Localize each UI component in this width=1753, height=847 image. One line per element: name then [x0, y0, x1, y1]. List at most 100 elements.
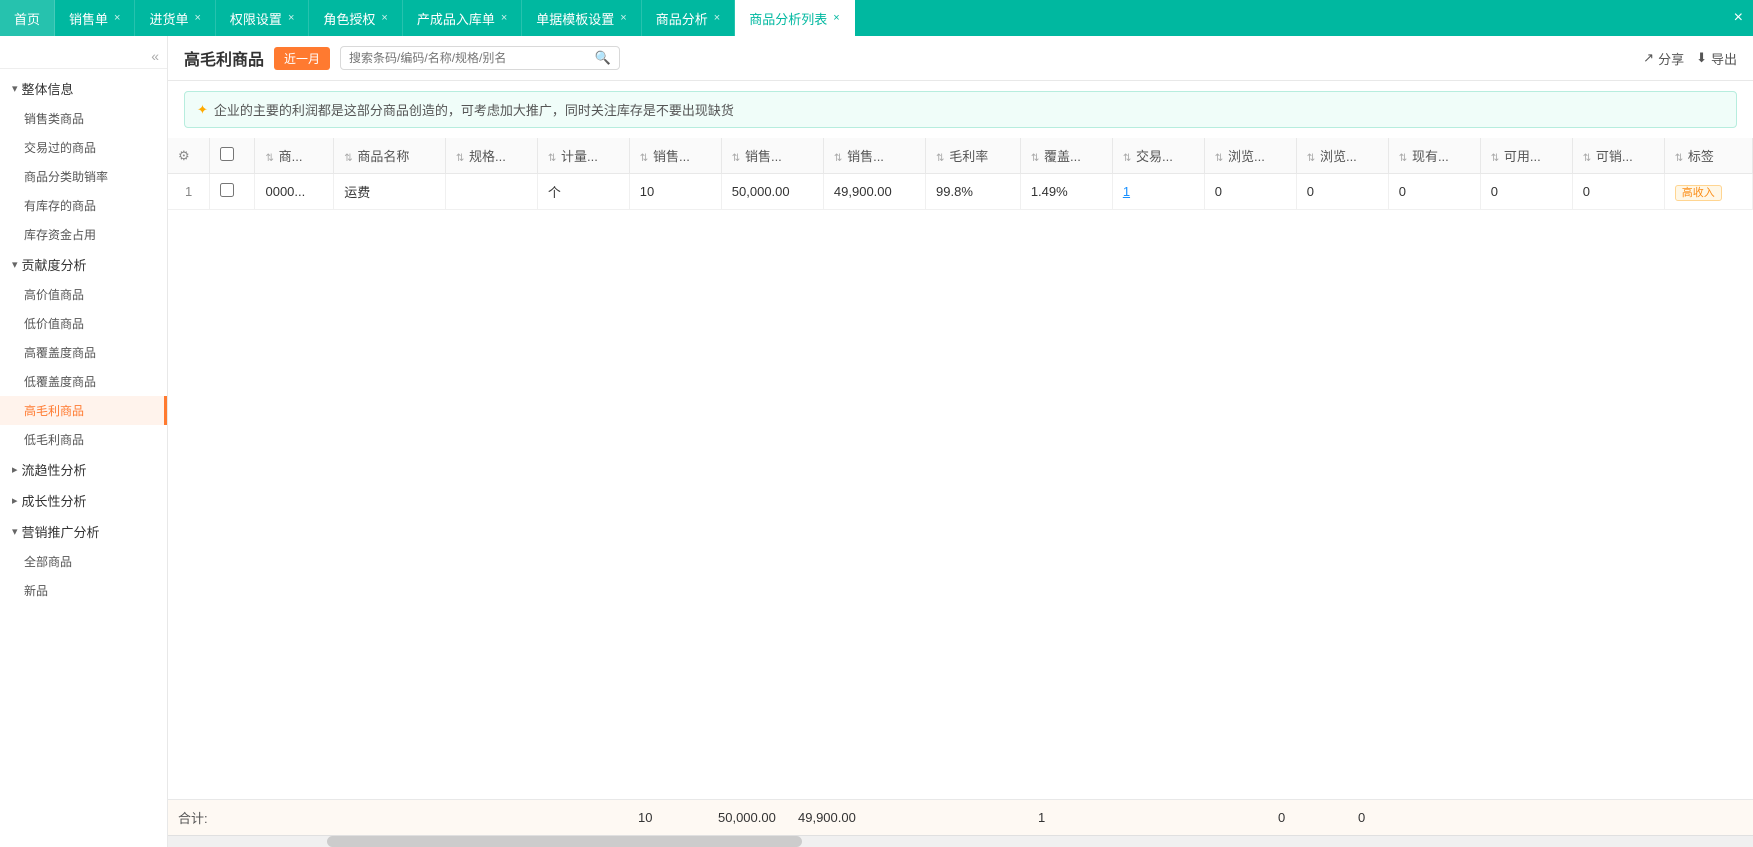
table-cell-0-9: 99.8%	[926, 174, 1021, 210]
share-button[interactable]: ↗ 分享	[1643, 49, 1684, 68]
table-cell-0-0: 1	[168, 174, 210, 210]
sidebar-item-1[interactable]: 交易过的商品	[0, 133, 167, 162]
sidebar-item-2[interactable]: 高覆盖度商品	[0, 338, 167, 367]
close-icon[interactable]: ×	[381, 12, 387, 24]
scrollbar-thumb[interactable]	[327, 836, 803, 847]
column-label-12: 浏览...	[1228, 149, 1265, 164]
table-cell-0-2: 0000...	[255, 174, 334, 210]
footer-cell-11	[1108, 810, 1188, 825]
table-header-col-3[interactable]: ⇅ 商品名称	[334, 138, 446, 174]
column-label-9: 毛利率	[949, 149, 988, 164]
sidebar-collapse-button[interactable]: «	[0, 44, 167, 69]
nav-item-单据模板设置[interactable]: 单据模板设置 ×	[522, 0, 641, 36]
sidebar-item-1[interactable]: 新品	[0, 576, 167, 605]
sidebar-item-0[interactable]: 全部商品	[0, 547, 167, 576]
export-label: 导出	[1711, 49, 1737, 68]
close-icon[interactable]: ×	[833, 12, 839, 24]
sidebar-item-4[interactable]: 高毛利商品	[0, 396, 167, 425]
table-header-col-12[interactable]: ⇅ 浏览...	[1204, 138, 1296, 174]
close-icon[interactable]: ×	[620, 12, 626, 24]
sort-icon: ⇅	[1583, 153, 1594, 164]
footer-cell-9	[948, 810, 1028, 825]
table-header-col-13[interactable]: ⇅ 浏览...	[1296, 138, 1388, 174]
close-icon[interactable]: ×	[714, 12, 720, 24]
table-header-col-10[interactable]: ⇅ 覆盖...	[1020, 138, 1112, 174]
table-header-col-7[interactable]: ⇅ 销售...	[721, 138, 823, 174]
chevron-right-icon: ▸	[12, 494, 18, 507]
table-header-col-14[interactable]: ⇅ 现有...	[1388, 138, 1480, 174]
sidebar-item-5[interactable]: 低毛利商品	[0, 425, 167, 454]
table-header-col-8[interactable]: ⇅ 销售...	[823, 138, 925, 174]
table-cell-0-7: 50,000.00	[721, 174, 823, 210]
sort-icon: ⇅	[640, 153, 651, 164]
sidebar-item-3[interactable]: 有库存的商品	[0, 191, 167, 220]
column-label-2: 商...	[279, 149, 303, 164]
table-cell-0-12: 0	[1204, 174, 1296, 210]
table-header-col-16[interactable]: ⇅ 可销...	[1572, 138, 1664, 174]
table-header-col-9[interactable]: ⇅ 毛利率	[926, 138, 1021, 174]
search-input[interactable]	[349, 51, 595, 65]
sidebar-group-label: 成长性分析	[22, 491, 87, 510]
sort-icon: ⇅	[1031, 153, 1042, 164]
sidebar-group-2[interactable]: ▸ 流趋性分析	[0, 454, 167, 485]
chevron-right-icon: ▸	[12, 463, 18, 476]
table-header-row: ⚙⇅ 商...⇅ 商品名称⇅ 规格...⇅ 计量...⇅ 销售...⇅ 销售..…	[168, 138, 1753, 174]
nav-item-进货单[interactable]: 进货单 ×	[135, 0, 215, 36]
link-value[interactable]: 1	[1123, 184, 1130, 199]
footer-label: 合计:	[178, 808, 218, 827]
table-header-col-5[interactable]: ⇅ 计量...	[537, 138, 629, 174]
sort-icon: ⇅	[1307, 153, 1318, 164]
sidebar-item-1[interactable]: 低价值商品	[0, 309, 167, 338]
column-label-13: 浏览...	[1320, 149, 1357, 164]
sort-icon: ⇅	[1675, 153, 1686, 164]
table-cell-0-16: 0	[1572, 174, 1664, 210]
sidebar-item-2[interactable]: 商品分类助销率	[0, 162, 167, 191]
footer-cell-10: 1	[1028, 810, 1108, 825]
footer-cell-7: 49,900.00	[788, 810, 868, 825]
table-cell-0-11: 1	[1112, 174, 1204, 210]
close-icon[interactable]: ×	[501, 12, 507, 24]
close-icon[interactable]: ×	[114, 12, 120, 24]
nav-item-商品分析列表[interactable]: 商品分析列表 ×	[735, 0, 854, 36]
close-icon[interactable]: ×	[194, 12, 200, 24]
filter-button[interactable]: 近一月	[274, 47, 330, 70]
table-header-col-1[interactable]	[210, 138, 255, 174]
chevron-down-icon: ▾	[12, 82, 18, 95]
footer-cell-6: 50,000.00	[708, 810, 788, 825]
nav-item-首页[interactable]: 首页	[0, 0, 55, 36]
sidebar-group-label: 流趋性分析	[22, 460, 87, 479]
footer-cell-0	[228, 810, 308, 825]
row-checkbox[interactable]	[220, 183, 234, 197]
table-header-col-17[interactable]: ⇅ 标签	[1664, 138, 1752, 174]
nav-item-产成品入库单[interactable]: 产成品入库单 ×	[403, 0, 522, 36]
nav-item-权限设置[interactable]: 权限设置 ×	[216, 0, 309, 36]
sidebar-item-3[interactable]: 低覆盖度商品	[0, 367, 167, 396]
table-header-col-11[interactable]: ⇅ 交易...	[1112, 138, 1204, 174]
table-header-col-4[interactable]: ⇅ 规格...	[445, 138, 537, 174]
nav-item-角色授权[interactable]: 角色授权 ×	[309, 0, 402, 36]
nav-item-商品分析[interactable]: 商品分析 ×	[642, 0, 735, 36]
select-all-checkbox[interactable]	[220, 147, 234, 161]
table-header-col-2[interactable]: ⇅ 商...	[255, 138, 334, 174]
settings-icon[interactable]: ⚙	[178, 148, 190, 163]
sidebar-item-0[interactable]: 高价值商品	[0, 280, 167, 309]
search-icon: 🔍	[595, 50, 611, 66]
table-cell-0-14: 0	[1388, 174, 1480, 210]
sidebar-group-0[interactable]: ▾整体信息	[0, 73, 167, 104]
sidebar-item-0[interactable]: 销售类商品	[0, 104, 167, 133]
sort-icon: ⇅	[834, 153, 845, 164]
sidebar-group-3[interactable]: ▸ 成长性分析	[0, 485, 167, 516]
table-header-col-6[interactable]: ⇅ 销售...	[629, 138, 721, 174]
table-header-col-0[interactable]: ⚙	[168, 138, 210, 174]
nav-item-销售单[interactable]: 销售单 ×	[55, 0, 135, 36]
sidebar-group-4[interactable]: ▾营销推广分析	[0, 516, 167, 547]
sort-icon: ⇅	[1215, 153, 1226, 164]
sort-icon: ⇅	[548, 153, 559, 164]
sidebar-item-4[interactable]: 库存资金占用	[0, 220, 167, 249]
horizontal-scrollbar[interactable]	[168, 835, 1753, 847]
close-icon[interactable]: ×	[288, 12, 294, 24]
close-all-tabs-button[interactable]: ×	[1724, 9, 1753, 27]
table-header-col-15[interactable]: ⇅ 可用...	[1480, 138, 1572, 174]
sidebar-group-1[interactable]: ▾贡献度分析	[0, 249, 167, 280]
export-button[interactable]: ⬇ 导出	[1696, 49, 1737, 68]
